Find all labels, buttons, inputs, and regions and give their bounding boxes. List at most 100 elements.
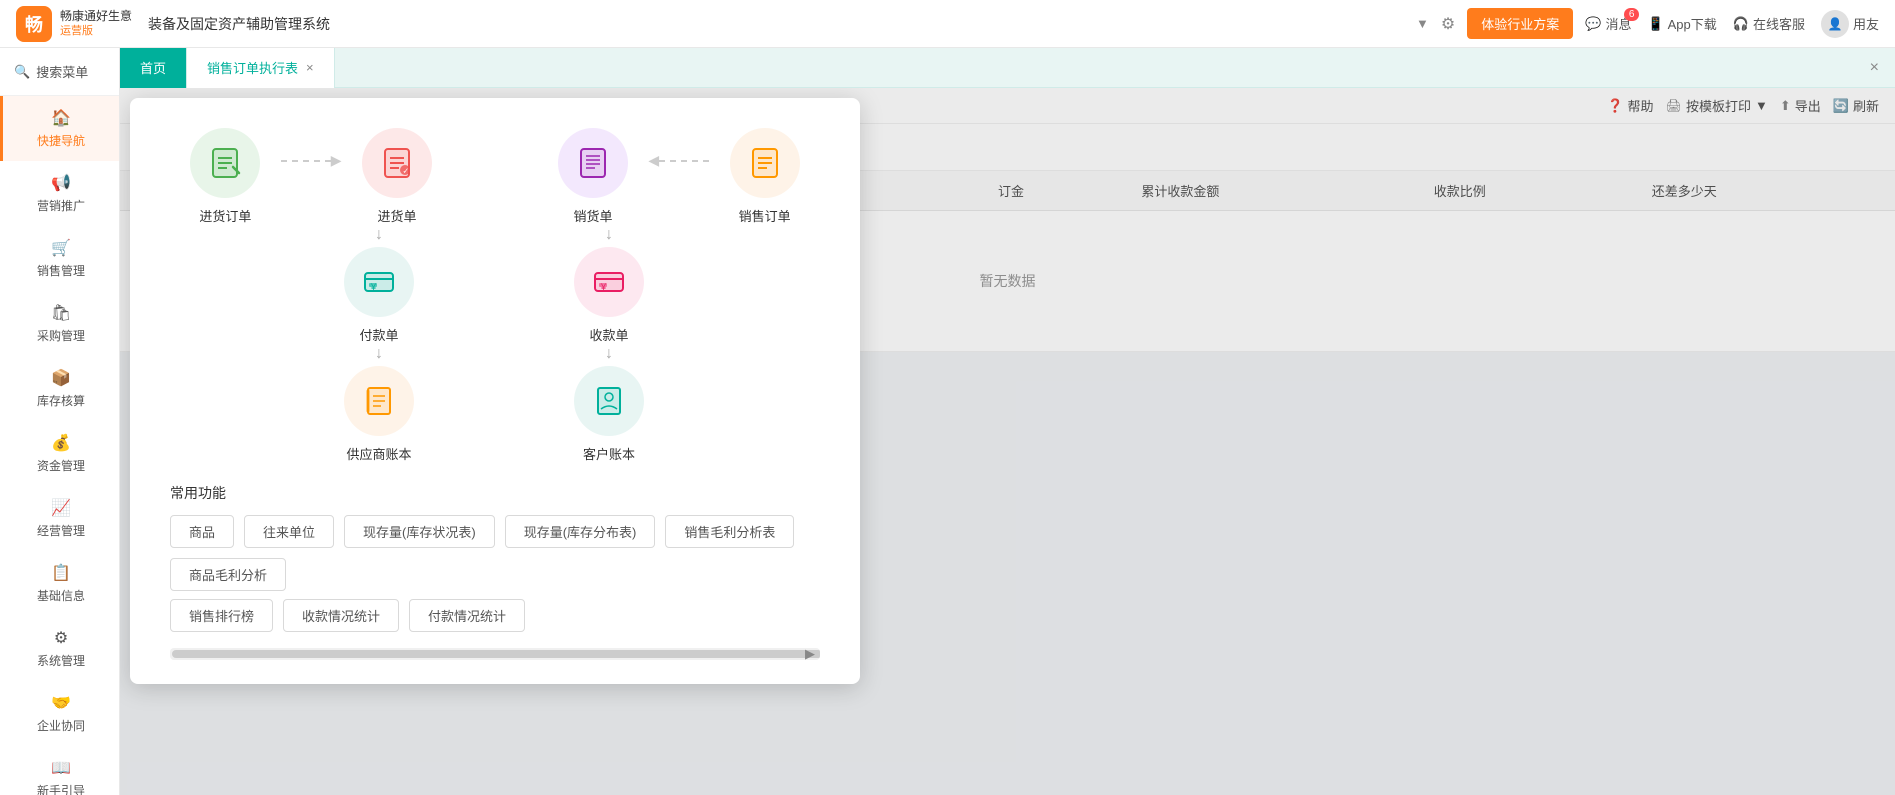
common-btn-goods[interactable]: 商品 <box>170 515 234 548</box>
arrow-down-receipt: ↓ <box>544 344 674 366</box>
app-download-icon: 📱 <box>1647 16 1663 32</box>
tab-close-all-button[interactable]: × <box>1854 59 1895 77</box>
sales-order-icon <box>558 128 628 198</box>
guide-icon: 📖 <box>51 758 71 778</box>
common-functions-title: 常用功能 <box>170 483 820 503</box>
sidebar-item-label: 资金管理 <box>37 457 85 474</box>
common-buttons-row: 商品 往来单位 现存量(库存状况表) 现存量(库存分布表) 销售毛利分析表 商品… <box>170 515 820 591</box>
popup-scroll-right-arrow[interactable]: ▶ <box>800 648 820 660</box>
sidebar-search[interactable]: 🔍 搜索菜单 <box>0 48 119 96</box>
message-badge: 6 <box>1624 8 1640 21</box>
customer-account-node[interactable]: 客户账本 <box>544 366 674 463</box>
tab-home[interactable]: 首页 <box>120 48 187 88</box>
enterprise-icon: 🤝 <box>51 693 71 713</box>
sidebar-item-label: 系统管理 <box>37 652 85 669</box>
common-functions-section: 常用功能 商品 往来单位 现存量(库存状况表) 现存量(库存分布表) 销售毛利分… <box>170 483 820 632</box>
user-item[interactable]: 👤 用友 <box>1821 10 1879 38</box>
content-area: 首页 销售订单执行表 × × ❓ 帮助 🖨 <box>120 48 1895 795</box>
user-label: 用友 <box>1853 14 1879 33</box>
popup-scrollbar[interactable]: ▶ <box>170 648 820 660</box>
common-btn-stock-dist[interactable]: 现存量(库存分布表) <box>505 515 656 548</box>
svg-text:✓: ✓ <box>402 167 409 176</box>
customer-account-label: 客户账本 <box>583 444 635 463</box>
purchase-receipt-icon: ✓ <box>362 128 432 198</box>
online-service-label: 在线客服 <box>1753 14 1805 33</box>
common-btn-contact[interactable]: 往来单位 <box>244 515 334 548</box>
online-service-item[interactable]: 🎧 在线客服 <box>1733 14 1805 33</box>
arrow-down-row1: ↓ ↓ <box>170 225 820 247</box>
arrow-down-row2: ↓ ↓ <box>170 344 820 366</box>
supplier-account-node[interactable]: 供应商账本 <box>314 366 444 463</box>
popup-scrollbar-thumb[interactable] <box>172 650 820 658</box>
payment-label: 付款单 <box>359 325 398 344</box>
common-btn-sales-gross[interactable]: 销售毛利分析表 <box>665 515 794 548</box>
popup: 进货订单 ▶ ✓ <box>130 98 860 684</box>
sidebar-item-quick-nav[interactable]: 🏠 快捷导航 <box>0 96 119 161</box>
settings-icon[interactable]: ⚙ <box>1441 14 1455 34</box>
system-icon: ⚙ <box>54 628 68 648</box>
search-menu-button[interactable]: 🔍 搜索菜单 <box>8 58 111 85</box>
search-icon: 🔍 <box>14 64 30 80</box>
sidebar-item-system[interactable]: ⚙ 系统管理 <box>0 616 119 681</box>
sidebar-item-guide[interactable]: 📖 新手引导 <box>0 746 119 795</box>
operation-icon: 📈 <box>51 498 71 518</box>
logo-icon: 畅 <box>16 6 52 42</box>
sidebar-item-operation[interactable]: 📈 经营管理 <box>0 486 119 551</box>
tab-bar: 首页 销售订单执行表 × × <box>120 48 1895 88</box>
common-btn-stock-status[interactable]: 现存量(库存状况表) <box>344 515 495 548</box>
supplier-account-label: 供应商账本 <box>346 444 411 463</box>
arrow-right-1: ▶ <box>281 152 342 169</box>
dropdown-icon[interactable]: ▼ <box>1416 16 1429 31</box>
common-btn-sales-rank[interactable]: 销售排行榜 <box>170 599 273 632</box>
top-icons: 💬 消息 6 📱 App下载 🎧 在线客服 👤 用友 <box>1585 10 1879 38</box>
common-buttons-row2: 销售排行榜 收款情况统计 付款情况统计 <box>170 599 820 632</box>
sidebar-item-inventory[interactable]: 📦 库存核算 <box>0 356 119 421</box>
main-layout: 🔍 搜索菜单 🏠 快捷导航 📢 营销推广 🛒 销售管理 🛍 采购管理 <box>0 48 1895 795</box>
tab-sales-exec[interactable]: 销售订单执行表 × <box>187 48 335 88</box>
sidebar-item-label: 基础信息 <box>37 587 85 604</box>
sidebar-item-sales[interactable]: 🛒 销售管理 <box>0 226 119 291</box>
logo-area: 畅 畅康通好生意 运营版 <box>16 6 136 42</box>
receipt-node[interactable]: ¥ 收款单 <box>544 247 674 344</box>
flow-mid-row: ¥ 付款单 ¥ 收款单 <box>170 247 820 344</box>
online-service-icon: 🎧 <box>1733 16 1749 32</box>
purchase-order-node[interactable]: 进货订单 <box>170 128 281 225</box>
arrow-down-purchase: ↓ <box>314 225 444 247</box>
sidebar-item-basic[interactable]: 📋 基础信息 <box>0 551 119 616</box>
logo-text: 畅康通好生意 运营版 <box>60 9 132 39</box>
sidebar-item-label: 企业协同 <box>37 717 85 734</box>
purchase-receipt-label: 进货单 <box>377 206 416 225</box>
sales-order-label: 销货单 <box>574 206 613 225</box>
marketing-icon: 📢 <box>51 173 71 193</box>
sales-order-node[interactable]: 销货单 <box>538 128 649 225</box>
flow-top-row: 进货订单 ▶ ✓ <box>170 128 820 225</box>
inventory-icon: 📦 <box>51 368 71 388</box>
message-icon-item[interactable]: 💬 消息 6 <box>1585 14 1631 33</box>
sidebar-item-purchase[interactable]: 🛍 采购管理 <box>0 291 119 356</box>
sidebar-item-finance[interactable]: 💰 资金管理 <box>0 421 119 486</box>
sidebar-item-enterprise[interactable]: 🤝 企业协同 <box>0 681 119 746</box>
common-btn-receipt-stats[interactable]: 收款情况统计 <box>283 599 399 632</box>
app-download-item[interactable]: 📱 App下载 <box>1647 14 1716 33</box>
sidebar-item-marketing[interactable]: 📢 营销推广 <box>0 161 119 226</box>
flow-bottom-row: 供应商账本 客户账本 <box>170 366 820 463</box>
sales-order-doc-node[interactable]: 销售订单 <box>709 128 820 225</box>
supplier-account-icon <box>344 366 414 436</box>
sales-order-doc-label: 销售订单 <box>739 206 791 225</box>
user-avatar: 👤 <box>1821 10 1849 38</box>
purchase-icon: 🛍 <box>51 303 71 323</box>
receipt-icon: ¥ <box>574 247 644 317</box>
down-arrow-4: ↓ <box>544 346 674 362</box>
payment-icon: ¥ <box>344 247 414 317</box>
arrow-down-payment: ↓ <box>314 344 444 366</box>
sidebar-item-label: 营销推广 <box>37 197 85 214</box>
tab-close-icon[interactable]: × <box>306 60 314 75</box>
svg-text:¥: ¥ <box>370 282 377 292</box>
receipt-label: 收款单 <box>589 325 628 344</box>
payment-node[interactable]: ¥ 付款单 <box>314 247 444 344</box>
sidebar-item-label: 新手引导 <box>37 782 85 795</box>
experience-button[interactable]: 体验行业方案 <box>1467 8 1573 39</box>
common-btn-payment-stats[interactable]: 付款情况统计 <box>409 599 525 632</box>
common-btn-goods-gross[interactable]: 商品毛利分析 <box>170 558 286 591</box>
purchase-receipt-node[interactable]: ✓ 进货单 <box>342 128 453 225</box>
